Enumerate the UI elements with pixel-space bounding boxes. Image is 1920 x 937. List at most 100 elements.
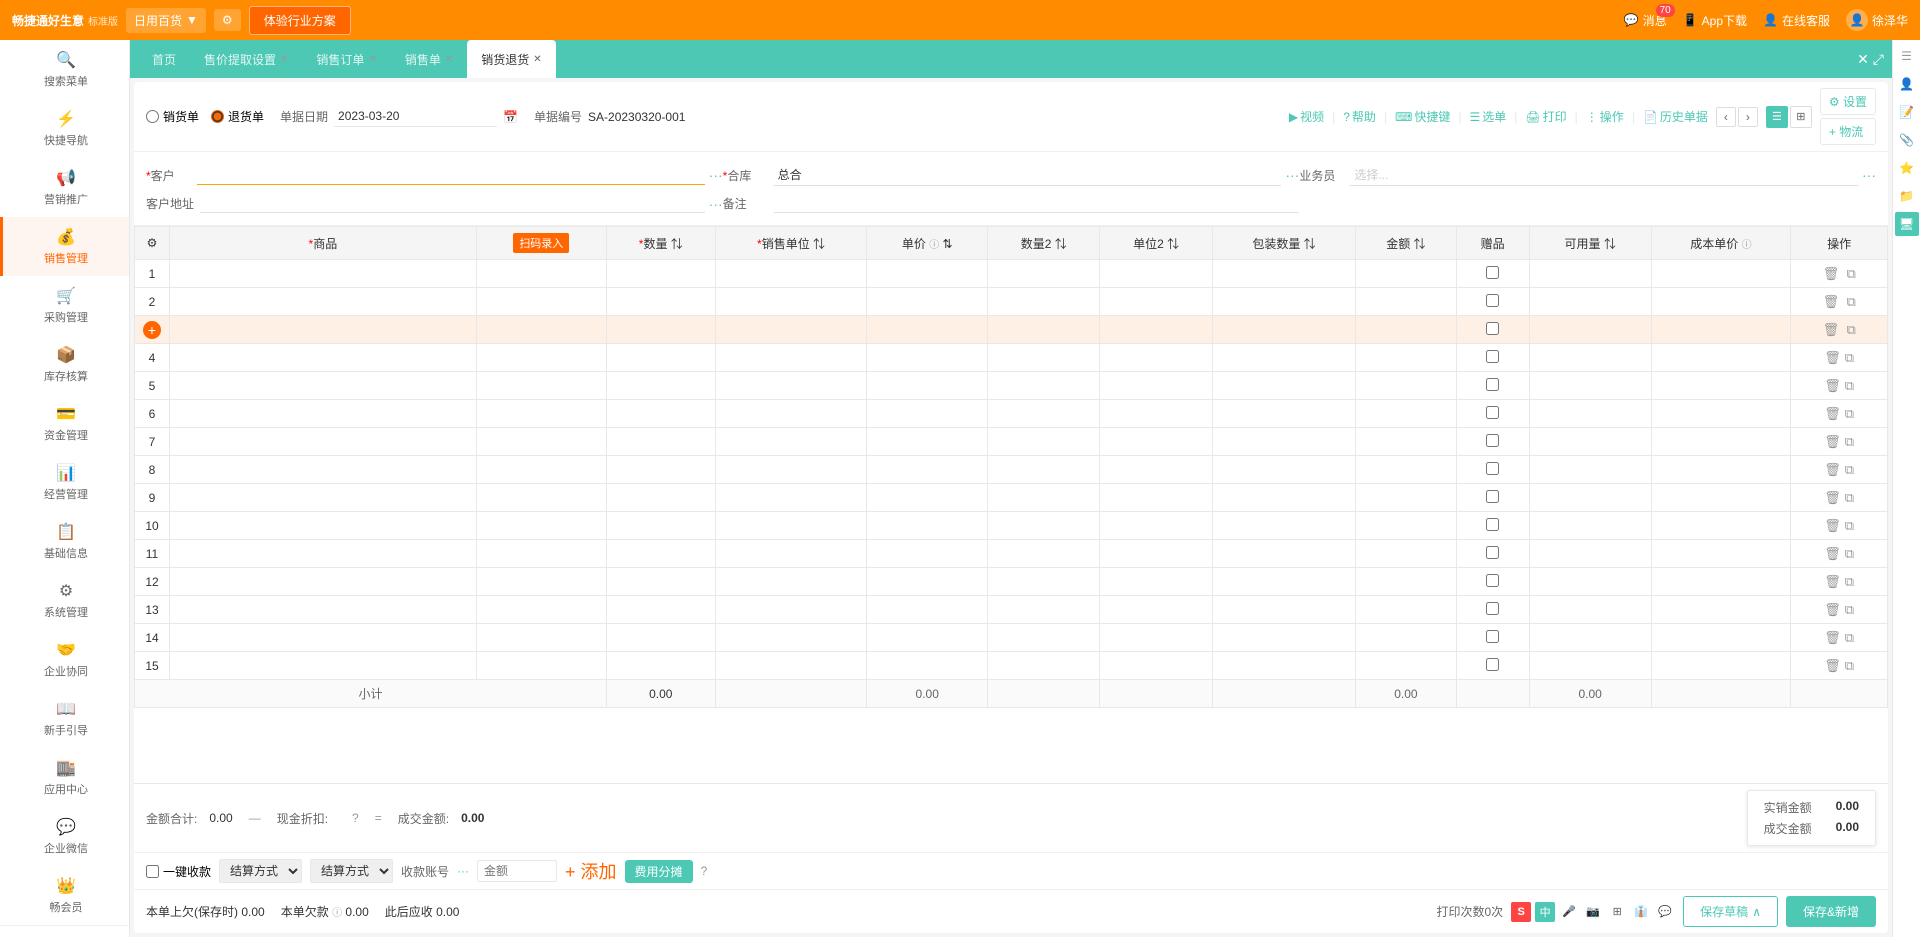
sidebar-item-basic[interactable]: 📋 基础信息 bbox=[0, 512, 129, 571]
product-input[interactable] bbox=[178, 323, 468, 337]
calc-select[interactable]: 结算方式 bbox=[310, 859, 393, 883]
gift-checkbox[interactable] bbox=[1486, 658, 1499, 671]
video-link[interactable]: ▶ 视频 bbox=[1289, 108, 1324, 125]
sidebar-item-purchase[interactable]: 🛒 采购管理 bbox=[0, 276, 129, 335]
tab-sales-bill[interactable]: 销售单 ✕ bbox=[391, 40, 467, 78]
delete-row-btn[interactable]: 🗑 bbox=[1821, 266, 1842, 282]
history-link[interactable]: 📄 历史单据 bbox=[1643, 108, 1708, 125]
product-cell-active[interactable] bbox=[170, 316, 477, 344]
sidebar-item-marketing[interactable]: 📢 营销推广 bbox=[0, 158, 129, 217]
copy-row-btn[interactable]: ⧉ bbox=[1844, 266, 1857, 282]
gift-checkbox[interactable] bbox=[1486, 434, 1499, 447]
tab-sales-order[interactable]: 销售订单 ✕ bbox=[302, 40, 390, 78]
copy-row-btn[interactable]: ⧉ bbox=[1843, 490, 1856, 506]
unit-price-cell[interactable] bbox=[867, 288, 988, 316]
delete-row-btn[interactable]: 🗑 bbox=[1821, 322, 1842, 338]
delete-row-btn[interactable]: 🗑 bbox=[1822, 350, 1843, 366]
quantity2-cell[interactable] bbox=[988, 260, 1100, 288]
sidebar-item-appstore[interactable]: 🏬 应用中心 bbox=[0, 748, 129, 807]
sidebar-item-inventory[interactable]: 📦 库存核算 bbox=[0, 335, 129, 394]
address-dots[interactable]: ··· bbox=[709, 196, 723, 212]
sidebar-item-system[interactable]: ⚙ 系统管理 bbox=[0, 571, 129, 630]
delete-row-btn[interactable]: 🗑 bbox=[1822, 658, 1843, 674]
gift-checkbox[interactable] bbox=[1486, 406, 1499, 419]
amount-cell[interactable] bbox=[1356, 288, 1456, 316]
quantity2-cell[interactable] bbox=[988, 316, 1100, 344]
settlement-select[interactable]: 结算方式 bbox=[219, 859, 302, 883]
gift-checkbox[interactable] bbox=[1486, 322, 1499, 335]
nav-selector[interactable]: 日用百货 ▼ bbox=[126, 8, 206, 33]
gift-checkbox[interactable] bbox=[1486, 378, 1499, 391]
sidebar-item-search[interactable]: 🔍 搜索菜单 bbox=[0, 40, 129, 99]
quantity2-cell[interactable] bbox=[988, 288, 1100, 316]
copy-row-btn[interactable]: ⧉ bbox=[1843, 602, 1856, 618]
close-icon[interactable]: ✕ bbox=[368, 54, 376, 65]
date-input[interactable] bbox=[334, 106, 497, 127]
sidebar-item-enterprise[interactable]: 🤝 企业协同 bbox=[0, 630, 129, 689]
address-value[interactable] bbox=[200, 194, 705, 213]
delete-row-btn[interactable]: 🗑 bbox=[1822, 490, 1843, 506]
unit-price-cell[interactable] bbox=[867, 316, 988, 344]
product-cell[interactable] bbox=[170, 288, 477, 316]
add-payment-btn[interactable]: + 添加 bbox=[565, 858, 617, 884]
package-qty-cell[interactable] bbox=[1212, 288, 1355, 316]
gift-checkbox[interactable] bbox=[1486, 630, 1499, 643]
settings-right-btn[interactable]: ⚙ 设置 bbox=[1820, 88, 1876, 115]
trial-button[interactable]: 体验行业方案 bbox=[249, 6, 351, 35]
right-panel-btn-6[interactable]: 📁 bbox=[1895, 184, 1919, 208]
list-view-btn[interactable]: ☰ bbox=[1766, 106, 1788, 128]
sales-unit-cell[interactable] bbox=[715, 260, 867, 288]
help-icon[interactable]: ? bbox=[352, 811, 359, 825]
app-download[interactable]: 📱 App下载 bbox=[1683, 12, 1747, 29]
delete-row-btn[interactable]: 🗑 bbox=[1822, 406, 1843, 422]
copy-row-btn[interactable]: ⧉ bbox=[1843, 462, 1856, 478]
package-qty-cell[interactable] bbox=[1212, 260, 1355, 288]
expand-tab-btn[interactable]: ⤢ bbox=[1873, 51, 1884, 68]
taskbar-mic-icon[interactable]: 🎤 bbox=[1559, 902, 1579, 922]
tab-price-settings[interactable]: 售价提取设置 ✕ bbox=[190, 40, 302, 78]
scan-button[interactable]: 扫码录入 bbox=[513, 233, 569, 253]
salesperson-dots[interactable]: ··· bbox=[1862, 167, 1876, 183]
settings-icon[interactable]: ⚙ bbox=[214, 9, 241, 31]
copy-row-btn[interactable]: ⧉ bbox=[1844, 294, 1857, 310]
remark-value[interactable] bbox=[774, 194, 1300, 213]
gift-checkbox[interactable] bbox=[1486, 294, 1499, 307]
amount-input[interactable] bbox=[477, 860, 557, 882]
taskbar-qr-icon[interactable]: ⊞ bbox=[1607, 902, 1627, 922]
notification-area[interactable]: 💬 消息 70 bbox=[1624, 12, 1667, 29]
copy-row-btn[interactable]: ⧉ bbox=[1843, 434, 1856, 450]
sales-unit-cell[interactable] bbox=[715, 288, 867, 316]
save-new-button[interactable]: 保存&新增 bbox=[1786, 896, 1876, 927]
right-panel-btn-3[interactable]: 📝 bbox=[1895, 100, 1919, 124]
taskbar-s-icon[interactable]: S bbox=[1511, 902, 1531, 922]
prev-doc-btn[interactable]: ‹ bbox=[1716, 107, 1736, 127]
delete-row-btn[interactable]: 🗑 bbox=[1822, 434, 1843, 450]
delete-row-btn[interactable]: 🗑 bbox=[1822, 378, 1843, 394]
radio-sales-bill[interactable]: 销货单 bbox=[146, 108, 199, 125]
select-link[interactable]: ☰ 选单 bbox=[1470, 108, 1507, 125]
tab-home[interactable]: 首页 bbox=[138, 40, 190, 78]
unit2-cell[interactable] bbox=[1100, 260, 1212, 288]
close-icon[interactable]: ✕ bbox=[533, 54, 541, 65]
taskbar-chat-icon[interactable]: 💬 bbox=[1655, 902, 1675, 922]
copy-row-btn[interactable]: ⧉ bbox=[1843, 518, 1856, 534]
close-icon[interactable]: ✕ bbox=[445, 54, 453, 65]
grid-view-btn[interactable]: ⊞ bbox=[1790, 106, 1812, 128]
quantity-cell[interactable] bbox=[606, 316, 715, 344]
col-settings[interactable]: ⚙ bbox=[135, 227, 170, 260]
delete-row-btn[interactable]: 🗑 bbox=[1822, 574, 1843, 590]
right-panel-btn-1[interactable]: ☰ bbox=[1895, 44, 1919, 68]
gift-checkbox[interactable] bbox=[1486, 350, 1499, 363]
logistics-btn[interactable]: + 物流 bbox=[1820, 118, 1876, 145]
copy-row-btn[interactable]: ⧉ bbox=[1843, 546, 1856, 562]
unit2-cell[interactable] bbox=[1100, 288, 1212, 316]
taskbar-zh-icon[interactable]: 中 bbox=[1535, 902, 1555, 922]
product-cell[interactable] bbox=[170, 260, 477, 288]
sidebar-item-shortcut[interactable]: ⚡ 快捷导航 bbox=[0, 99, 129, 158]
sidebar-item-newguide[interactable]: 📖 新手引导 bbox=[0, 689, 129, 748]
radio-return-bill[interactable]: 退货单 bbox=[211, 108, 264, 125]
salesperson-value[interactable]: 选择... bbox=[1350, 164, 1858, 186]
due-info-icon[interactable]: ⓘ bbox=[332, 908, 342, 919]
delete-row-btn[interactable]: 🗑 bbox=[1822, 462, 1843, 478]
customer-dots[interactable]: ··· bbox=[709, 167, 723, 183]
